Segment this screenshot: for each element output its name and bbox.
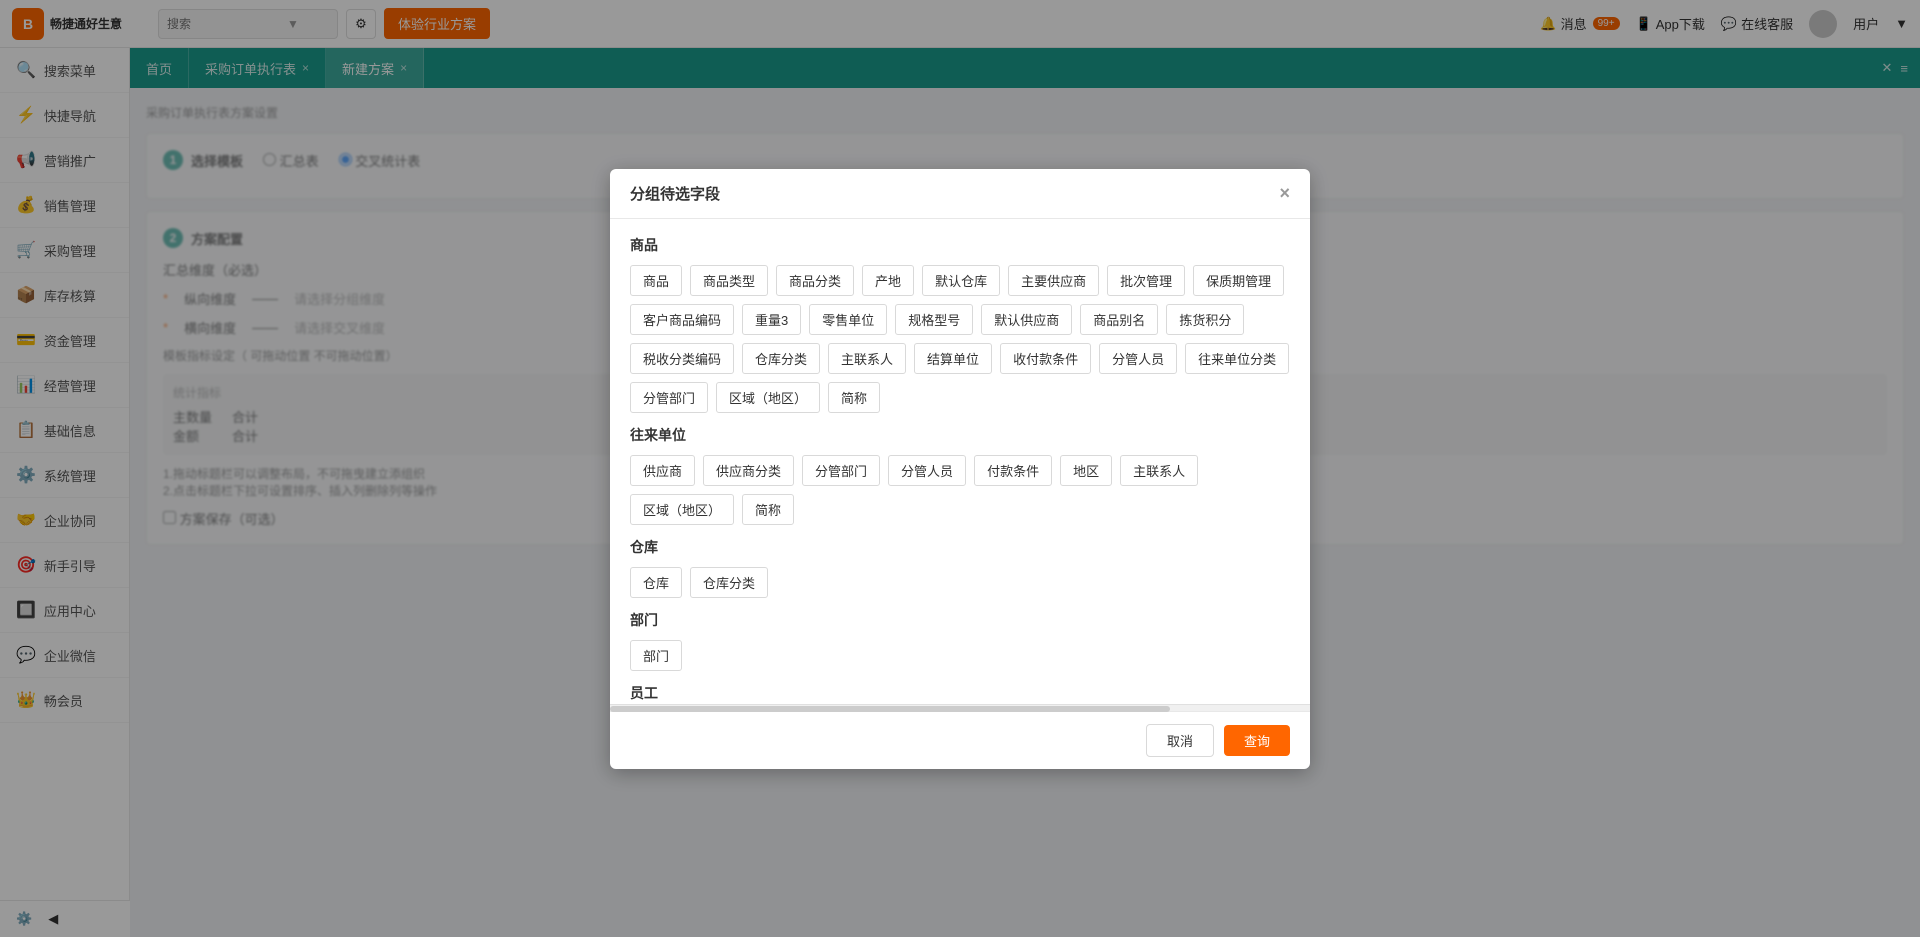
section-title-staff: 员工	[630, 683, 1290, 703]
field-partner-category[interactable]: 往来单位分类	[1185, 343, 1289, 374]
field-abbr-goods[interactable]: 简称	[828, 382, 880, 413]
field-default-warehouse[interactable]: 默认仓库	[922, 265, 1000, 296]
field-payment-terms[interactable]: 收付款条件	[1000, 343, 1091, 374]
section-title-partner: 往来单位	[630, 425, 1290, 445]
field-weight3[interactable]: 重量3	[742, 304, 801, 335]
field-main-supplier[interactable]: 主要供应商	[1008, 265, 1099, 296]
field-dept[interactable]: 部门	[630, 640, 682, 671]
field-abbr-partner[interactable]: 简称	[742, 494, 794, 525]
modal-close-button[interactable]: ×	[1279, 183, 1290, 204]
field-spec-model[interactable]: 规格型号	[895, 304, 973, 335]
modal-horizontal-scrollbar[interactable]	[610, 704, 1310, 710]
field-tax-category-code[interactable]: 税收分类编码	[630, 343, 734, 374]
field-supplier[interactable]: 供应商	[630, 455, 695, 486]
field-goods-alias[interactable]: 商品别名	[1080, 304, 1158, 335]
field-warehouse[interactable]: 仓库	[630, 567, 682, 598]
field-pick-points[interactable]: 拣货积分	[1166, 304, 1244, 335]
field-goods-category[interactable]: 商品分类	[776, 265, 854, 296]
section-title-warehouse: 仓库	[630, 537, 1290, 557]
field-dept-partner[interactable]: 分管部门	[802, 455, 880, 486]
field-batch-management[interactable]: 批次管理	[1107, 265, 1185, 296]
section-title-dept: 部门	[630, 610, 1290, 630]
field-grid-warehouse: 仓库 仓库分类	[630, 567, 1290, 598]
field-person-partner[interactable]: 分管人员	[888, 455, 966, 486]
field-customer-goods-code[interactable]: 客户商品编码	[630, 304, 734, 335]
modal-footer: 取消 查询	[610, 711, 1310, 769]
field-select-modal: 分组待选字段 × 商品 商品 商品类型 商品分类 产地 默认仓库 主要供应商 批…	[610, 169, 1310, 769]
field-warehouse-category[interactable]: 仓库分类	[742, 343, 820, 374]
field-origin[interactable]: 产地	[862, 265, 914, 296]
field-main-contact[interactable]: 主联系人	[828, 343, 906, 374]
modal-body: 商品 商品 商品类型 商品分类 产地 默认仓库 主要供应商 批次管理 保质期管理…	[610, 219, 1310, 705]
modal-scroll-thumb	[610, 706, 1170, 712]
field-warehouse-cat[interactable]: 仓库分类	[690, 567, 768, 598]
modal-title: 分组待选字段	[630, 183, 720, 204]
field-settlement-unit[interactable]: 结算单位	[914, 343, 992, 374]
field-managed-dept[interactable]: 分管部门	[630, 382, 708, 413]
confirm-button[interactable]: 查询	[1224, 725, 1290, 756]
field-grid-partner: 供应商 供应商分类 分管部门 分管人员 付款条件 地区 主联系人 区域（地区） …	[630, 455, 1290, 525]
field-goods-type[interactable]: 商品类型	[690, 265, 768, 296]
field-payment-condition[interactable]: 付款条件	[974, 455, 1052, 486]
field-region-partner[interactable]: 区域（地区）	[630, 494, 734, 525]
section-title-goods: 商品	[630, 235, 1290, 255]
cancel-button[interactable]: 取消	[1146, 724, 1214, 757]
modal-overlay: 分组待选字段 × 商品 商品 商品类型 商品分类 产地 默认仓库 主要供应商 批…	[0, 0, 1920, 937]
field-main-contact-partner[interactable]: 主联系人	[1120, 455, 1198, 486]
field-manager[interactable]: 分管人员	[1099, 343, 1177, 374]
field-area-partner[interactable]: 地区	[1060, 455, 1112, 486]
field-grid-dept: 部门	[630, 640, 1290, 671]
field-region-goods[interactable]: 区域（地区）	[716, 382, 820, 413]
field-retail-unit[interactable]: 零售单位	[809, 304, 887, 335]
modal-header: 分组待选字段 ×	[610, 169, 1310, 219]
field-supplier-category[interactable]: 供应商分类	[703, 455, 794, 486]
field-goods[interactable]: 商品	[630, 265, 682, 296]
field-default-supplier[interactable]: 默认供应商	[981, 304, 1072, 335]
field-grid-goods: 商品 商品类型 商品分类 产地 默认仓库 主要供应商 批次管理 保质期管理 客户…	[630, 265, 1290, 413]
field-quality-period[interactable]: 保质期管理	[1193, 265, 1284, 296]
